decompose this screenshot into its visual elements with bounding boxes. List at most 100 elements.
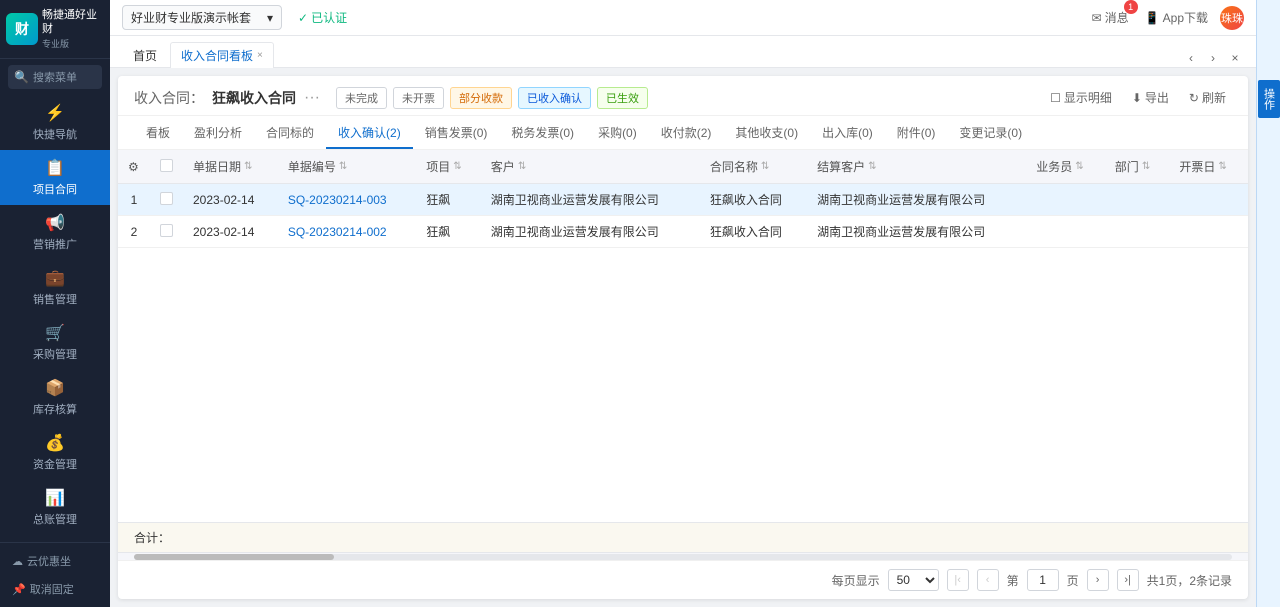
tab-contract-subject[interactable]: 合同标的 [254, 116, 326, 149]
row-checkbox-1[interactable] [160, 192, 173, 205]
tab-close-btn[interactable]: × [257, 50, 263, 61]
sort-contract-icon[interactable]: ⇅ [761, 161, 769, 172]
row-number-link-2[interactable]: SQ-20230214-002 [288, 225, 387, 239]
th-number: 单据编号 ⇅ [278, 150, 416, 184]
per-page-select[interactable]: 20 50 100 [888, 569, 939, 591]
sidebar-item-ledger[interactable]: 📊 总账管理 [0, 480, 110, 535]
sidebar: 财 畅捷通好业财 专业版 🔍 搜索菜单 ⚡ 快捷导航 📋 项目合同 📢 营销推广… [0, 0, 110, 607]
page-prev-btn[interactable]: ‹ [977, 569, 999, 591]
status-btn-revenue-confirmed[interactable]: 已收入确认 [518, 87, 591, 109]
tab-change-log[interactable]: 变更记录(0) [947, 116, 1034, 149]
contract-header-actions: ☐ 显示明细 ⬇ 导出 ↻ 刷新 [1044, 86, 1232, 109]
sort-open-date-icon[interactable]: ⇅ [1218, 161, 1226, 172]
th-checkbox [150, 150, 183, 184]
contract-label-prefix: 收入合同： [134, 88, 204, 108]
refresh-btn[interactable]: ↻ 刷新 [1183, 86, 1232, 109]
tab-other-income[interactable]: 其他收支(0) [723, 116, 810, 149]
table-container[interactable]: ⚙ 单据日期 ⇅ 单据编号 [118, 150, 1248, 522]
app-download-btn[interactable]: 📱 App下载 [1145, 9, 1208, 26]
gear-icon[interactable]: ⚙ [128, 160, 139, 174]
tab-sales-invoice[interactable]: 销售发票(0) [413, 116, 500, 149]
tab-next-btn[interactable]: › [1204, 49, 1222, 67]
status-btn-partial-receipt[interactable]: 部分收款 [450, 87, 512, 109]
ledger-icon: 📊 [45, 488, 65, 508]
row-checkbox-2[interactable] [160, 224, 173, 237]
tabbar-nav: ‹ › × [1182, 49, 1244, 67]
th-project: 项目 ⇅ [416, 150, 481, 184]
table-row[interactable]: 2 2023-02-14 SQ-20230214-002 狂飙 湖南卫视商业运营… [118, 216, 1248, 248]
sidebar-item-invoice[interactable]: 🧾 发票管理 [0, 535, 110, 542]
tab-profit-analysis[interactable]: 盈利分析 [182, 116, 254, 149]
row-number-link-1[interactable]: SQ-20230214-003 [288, 193, 387, 207]
quick-nav-icon: ⚡ [45, 103, 65, 123]
home-tab-label: 首页 [133, 47, 157, 64]
contract-more-btn[interactable]: ··· [304, 89, 320, 107]
header-checkbox[interactable] [160, 159, 173, 172]
page-label: 第 [1007, 572, 1019, 589]
sort-billing-icon[interactable]: ⇅ [868, 161, 876, 172]
right-panel: 操作 [1256, 0, 1280, 607]
sidebar-item-funds[interactable]: 💰 资金管理 [0, 425, 110, 480]
tab-prev-btn[interactable]: ‹ [1182, 49, 1200, 67]
secondary-tabs: 看板 盈利分析 合同标的 收入确认(2) 销售发票(0) 税务发票(0) 采购(… [118, 116, 1248, 150]
sidebar-item-label: 采购管理 [33, 346, 77, 362]
refresh-label: 刷新 [1202, 89, 1226, 106]
sort-date-icon[interactable]: ⇅ [244, 161, 252, 172]
tab-contract-board[interactable]: 收入合同看板 × [170, 42, 274, 68]
content-area: 收入合同： 狂飙收入合同 ··· 未完成 未开票 部分收款 已收入确认 已生效 … [118, 76, 1248, 599]
user-avatar[interactable]: 珠珠 [1220, 6, 1244, 30]
scrollbar-thumb[interactable] [134, 554, 334, 560]
th-open-date-label: 开票日 [1179, 158, 1215, 175]
page-last-btn[interactable]: ›| [1117, 569, 1139, 591]
total-info: 共1页，2条记录 [1147, 572, 1232, 589]
sort-project-icon[interactable]: ⇅ [453, 161, 461, 172]
user-name: 珠珠 [1221, 10, 1243, 26]
show-detail-btn[interactable]: ☐ 显示明细 [1044, 86, 1118, 109]
sidebar-item-marketing[interactable]: 📢 营销推广 [0, 205, 110, 260]
export-icon: ⬇ [1132, 91, 1142, 105]
sort-number-icon[interactable]: ⇅ [339, 161, 347, 172]
page-input[interactable]: 1 [1027, 569, 1059, 591]
export-btn[interactable]: ⬇ 导出 [1126, 86, 1175, 109]
sidebar-item-purchase[interactable]: 🛒 采购管理 [0, 315, 110, 370]
sort-salesperson-icon[interactable]: ⇅ [1075, 161, 1083, 172]
sidebar-item-sales[interactable]: 💼 销售管理 [0, 260, 110, 315]
sidebar-item-inventory[interactable]: 📦 库存核算 [0, 370, 110, 425]
sidebar-item-label: 库存核算 [33, 401, 77, 417]
status-btn-incomplete[interactable]: 未完成 [336, 87, 387, 109]
horizontal-scrollbar[interactable] [118, 552, 1248, 560]
tab-payment[interactable]: 收付款(2) [649, 116, 724, 149]
message-btn[interactable]: ✉ 消息 1 [1088, 5, 1133, 30]
sort-dept-icon[interactable]: ⇅ [1142, 161, 1150, 172]
status-buttons: 未完成 未开票 部分收款 已收入确认 已生效 [336, 87, 648, 109]
tab-revenue-confirm[interactable]: 收入确认(2) [326, 116, 413, 149]
check-icon: ✓ [298, 11, 308, 25]
row-number-1: SQ-20230214-003 [278, 184, 416, 216]
search-menu[interactable]: 🔍 搜索菜单 [8, 65, 102, 89]
page-next-btn[interactable]: › [1087, 569, 1109, 591]
row-department-1 [1105, 184, 1170, 216]
row-customer-2: 湖南卫视商业运营发展有限公司 [481, 216, 700, 248]
sort-customer-icon[interactable]: ⇅ [518, 161, 526, 172]
tab-pin-btn[interactable]: × [1226, 49, 1244, 67]
tab-tax-invoice[interactable]: 税务发票(0) [499, 116, 586, 149]
right-panel-action-btn[interactable]: 操作 [1258, 80, 1280, 118]
sidebar-cloud-btn[interactable]: ☁ 云优惠坐 [8, 549, 102, 573]
tab-in-out-storage[interactable]: 出入库(0) [810, 116, 885, 149]
tab-home[interactable]: 首页 [122, 42, 168, 68]
page-first-btn[interactable]: |‹ [947, 569, 969, 591]
tab-purchase[interactable]: 采购(0) [586, 116, 649, 149]
status-btn-uninvoiced[interactable]: 未开票 [393, 87, 444, 109]
tab-dashboard[interactable]: 看板 [134, 116, 182, 149]
contract-title: 狂飙收入合同 [212, 88, 296, 108]
tab-attachments[interactable]: 附件(0) [885, 116, 948, 149]
status-btn-effective[interactable]: 已生效 [597, 87, 648, 109]
sidebar-item-project-contract[interactable]: 📋 项目合同 [0, 150, 110, 205]
quick-nav[interactable]: ⚡ 快捷导航 [0, 95, 110, 150]
th-number-label: 单据编号 [288, 158, 336, 175]
table-row[interactable]: 1 2023-02-14 SQ-20230214-003 狂飙 湖南卫视商业运营… [118, 184, 1248, 216]
th-customer-label: 客户 [491, 158, 515, 175]
company-selector[interactable]: 好业财专业版演示帐套 ▾ [122, 5, 282, 30]
sidebar-unpin-btn[interactable]: 📌 取消固定 [8, 577, 102, 601]
sidebar-item-label: 项目合同 [33, 181, 77, 197]
